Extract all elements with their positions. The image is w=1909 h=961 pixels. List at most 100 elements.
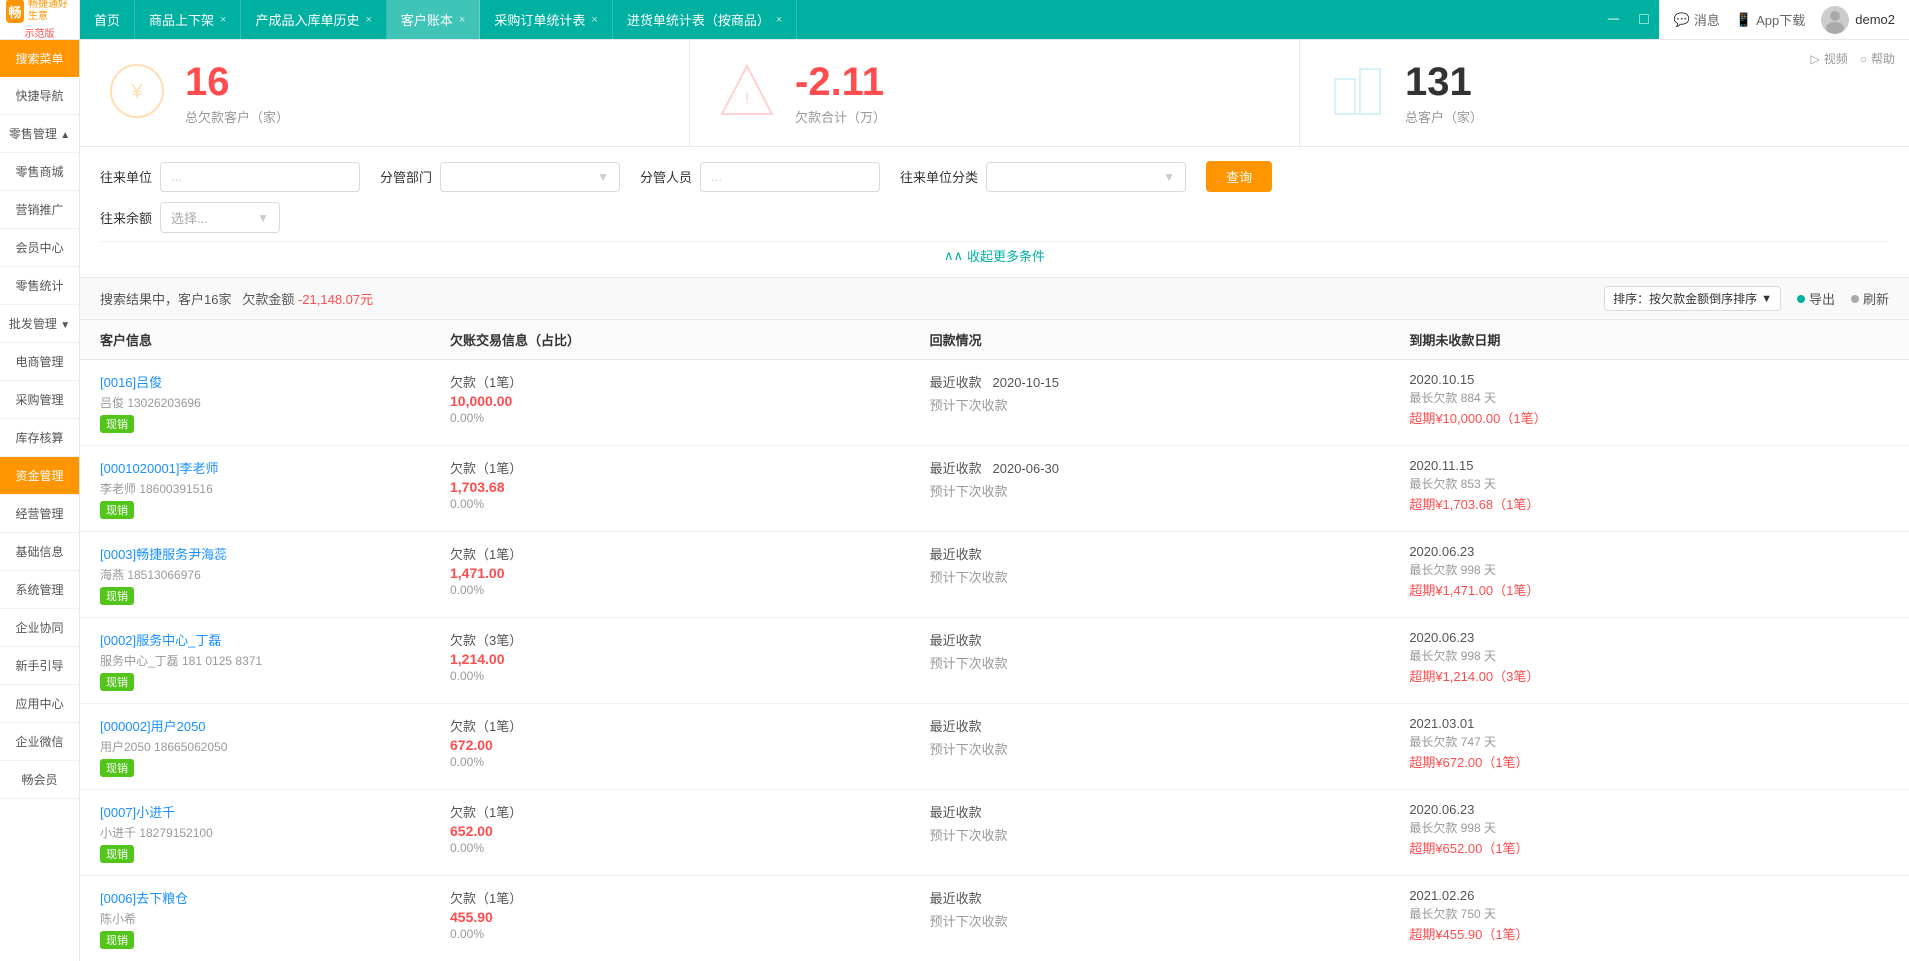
- message-button[interactable]: 💬 消息: [1674, 10, 1720, 29]
- sidebar-item-member-center[interactable]: 会员中心: [0, 229, 79, 267]
- close-icon[interactable]: ×: [365, 14, 371, 26]
- due-date: 2020.06.23: [1409, 630, 1889, 645]
- sidebar-item-retail-management[interactable]: 零售管理 ▲: [0, 115, 79, 153]
- close-icon[interactable]: ×: [776, 14, 782, 26]
- customer-name-link[interactable]: [000002]用户2050: [100, 716, 450, 735]
- source-unit-filter: 往来单位 ...: [100, 162, 360, 192]
- customer-phone: 服务中心_丁磊 181 0125 8371: [100, 652, 450, 669]
- sidebar-item-system[interactable]: 系统管理: [0, 571, 79, 609]
- sidebar-item-enterprise-wechat[interactable]: 企业微信: [0, 723, 79, 761]
- window-maximize[interactable]: □: [1629, 0, 1659, 39]
- tab-production-history[interactable]: 产成品入库单历史 ×: [241, 0, 386, 39]
- sidebar-item-operations[interactable]: 经营管理: [0, 495, 79, 533]
- query-button[interactable]: 查询: [1206, 161, 1272, 192]
- window-minimize[interactable]: ─: [1598, 0, 1629, 39]
- overdue-link[interactable]: 超期¥455.90（1笔）: [1409, 924, 1889, 943]
- sidebar-item-new-guide[interactable]: 新手引导: [0, 647, 79, 685]
- sidebar-item-finance[interactable]: 资金管理: [0, 457, 79, 495]
- chevron-down-icon: ▼: [1761, 293, 1772, 305]
- table-row: [0002]服务中心_丁磊 服务中心_丁磊 181 0125 8371 现销 欠…: [80, 618, 1909, 704]
- overdue-link[interactable]: 超期¥1,703.68（1笔）: [1409, 494, 1889, 513]
- sidebar-item-inventory[interactable]: 库存核算: [0, 419, 79, 457]
- overdue-days: 最长欠款 998 天: [1409, 647, 1889, 664]
- collapse-button[interactable]: ∧∧ 收起更多条件: [100, 241, 1889, 269]
- search-menu[interactable]: 搜索菜单: [0, 40, 79, 77]
- user-avatar[interactable]: demo2: [1821, 6, 1895, 34]
- overdue-link[interactable]: 超期¥10,000.00（1笔）: [1409, 408, 1889, 427]
- export-button[interactable]: 导出: [1797, 289, 1835, 308]
- recent-collection: 最近收款: [930, 802, 1410, 821]
- overdue-link[interactable]: 超期¥652.00（1笔）: [1409, 838, 1889, 857]
- col-header-due-date: 到期未收款日期: [1409, 330, 1889, 349]
- balance-select[interactable]: 选择... ▼: [160, 202, 280, 233]
- col-header-collection: 回款情况: [930, 330, 1410, 349]
- debt-count: 欠款（1笔）: [450, 544, 930, 563]
- sidebar-item-purchase[interactable]: 采购管理: [0, 381, 79, 419]
- overdue-link[interactable]: 超期¥1,471.00（1笔）: [1409, 580, 1889, 599]
- sidebar-item-enterprise-collab[interactable]: 企业协同: [0, 609, 79, 647]
- customer-tag: 现销: [100, 415, 134, 433]
- person-input[interactable]: ...: [700, 162, 880, 192]
- table-row: [0016]吕俊 吕俊 13026203696 现销 欠款（1笔） 10,000…: [80, 360, 1909, 446]
- recent-collection: 最近收款 2020-06-30: [930, 458, 1410, 477]
- close-icon[interactable]: ×: [459, 14, 465, 26]
- debtors-label: 总欠款客户（家）: [185, 107, 289, 126]
- customer-name-link[interactable]: [0002]服务中心_丁磊: [100, 630, 450, 649]
- app-download-button[interactable]: 📱 App下载: [1736, 10, 1805, 29]
- tab-home[interactable]: 首页: [80, 0, 135, 39]
- customer-name-link[interactable]: [0007]小进千: [100, 802, 450, 821]
- close-icon[interactable]: ×: [591, 14, 597, 26]
- debt-count: 欠款（1笔）: [450, 802, 930, 821]
- sort-selector[interactable]: 排序：按欠款金额倒序排序 ▼: [1604, 286, 1781, 311]
- customer-name-link[interactable]: [0003]畅捷服务尹海蕊: [100, 544, 450, 563]
- classification-select[interactable]: ▼: [986, 162, 1186, 192]
- view-video-button[interactable]: ▷ 视频: [1810, 50, 1847, 67]
- overdue-link[interactable]: 超期¥1,214.00（3笔）: [1409, 666, 1889, 685]
- sidebar-item-basic-info[interactable]: 基础信息: [0, 533, 79, 571]
- debt-count: 欠款（1笔）: [450, 458, 930, 477]
- sidebar-item-ecommerce[interactable]: 电商管理: [0, 343, 79, 381]
- overdue-link[interactable]: 超期¥672.00（1笔）: [1409, 752, 1889, 771]
- debt-ratio: 0.00%: [450, 583, 930, 597]
- tab-product-shelf[interactable]: 商品上下架 ×: [135, 0, 241, 39]
- debt-amount: 1,471.00: [450, 565, 930, 581]
- next-collection: 预计下次收款: [930, 739, 1410, 758]
- debt-ratio: 0.00%: [450, 755, 930, 769]
- classification-label: 往来单位分类: [900, 167, 978, 186]
- tab-purchase-stats[interactable]: 进货单统计表（按商品） ×: [613, 0, 797, 39]
- due-date: 2020.06.23: [1409, 802, 1889, 817]
- sidebar-item-marketing[interactable]: 营销推广: [0, 191, 79, 229]
- help-button[interactable]: ○ 帮助: [1860, 50, 1895, 67]
- tab-purchase-order[interactable]: 采购订单统计表 ×: [480, 0, 612, 39]
- quick-nav[interactable]: 快捷导航: [0, 77, 79, 115]
- tab-customer-account[interactable]: 客户账本 ×: [387, 0, 480, 39]
- customer-phone: 陈小希: [100, 910, 450, 927]
- customer-name-link[interactable]: [0016]吕俊: [100, 372, 450, 391]
- debt-count: 欠款（1笔）: [450, 372, 930, 391]
- debtors-icon: ¥: [110, 64, 165, 122]
- sidebar-item-batch-management[interactable]: 批发管理 ▼: [0, 305, 79, 343]
- customer-name-link[interactable]: [0006]去下粮仓: [100, 888, 450, 907]
- next-collection: 预计下次收款: [930, 567, 1410, 586]
- recent-collection: 最近收款 2020-10-15: [930, 372, 1410, 391]
- overdue-days: 最长欠款 998 天: [1409, 819, 1889, 836]
- table-row: [0006]去下粮仓 陈小希 现销 欠款（1笔） 455.90 0.00% 最近…: [80, 876, 1909, 961]
- sidebar-item-retail-stats[interactable]: 零售统计: [0, 267, 79, 305]
- debt-amount: 10,000.00: [450, 393, 930, 409]
- customer-name-link[interactable]: [0001020001]李老师: [100, 458, 450, 477]
- dept-select[interactable]: ▼: [440, 162, 620, 192]
- close-icon[interactable]: ×: [220, 14, 226, 26]
- refresh-button[interactable]: 刷新: [1851, 289, 1889, 308]
- sidebar-item-app-center[interactable]: 应用中心: [0, 685, 79, 723]
- help-icon: ○: [1860, 52, 1867, 66]
- debtors-value: 16: [185, 60, 289, 105]
- debt-count: 欠款（1笔）: [450, 716, 930, 735]
- table-row: [0007]小进千 小进千 18279152100 现销 欠款（1笔） 652.…: [80, 790, 1909, 876]
- user-name: demo2: [1855, 12, 1895, 27]
- customer-tag: 现销: [100, 501, 134, 519]
- source-unit-input[interactable]: ...: [160, 162, 360, 192]
- chevron-down-icon: ▼: [257, 211, 269, 225]
- sidebar-item-member-vip[interactable]: 畅会员: [0, 761, 79, 799]
- sidebar-item-retail-mall[interactable]: 零售商城: [0, 153, 79, 191]
- customer-tag: 现销: [100, 845, 134, 863]
